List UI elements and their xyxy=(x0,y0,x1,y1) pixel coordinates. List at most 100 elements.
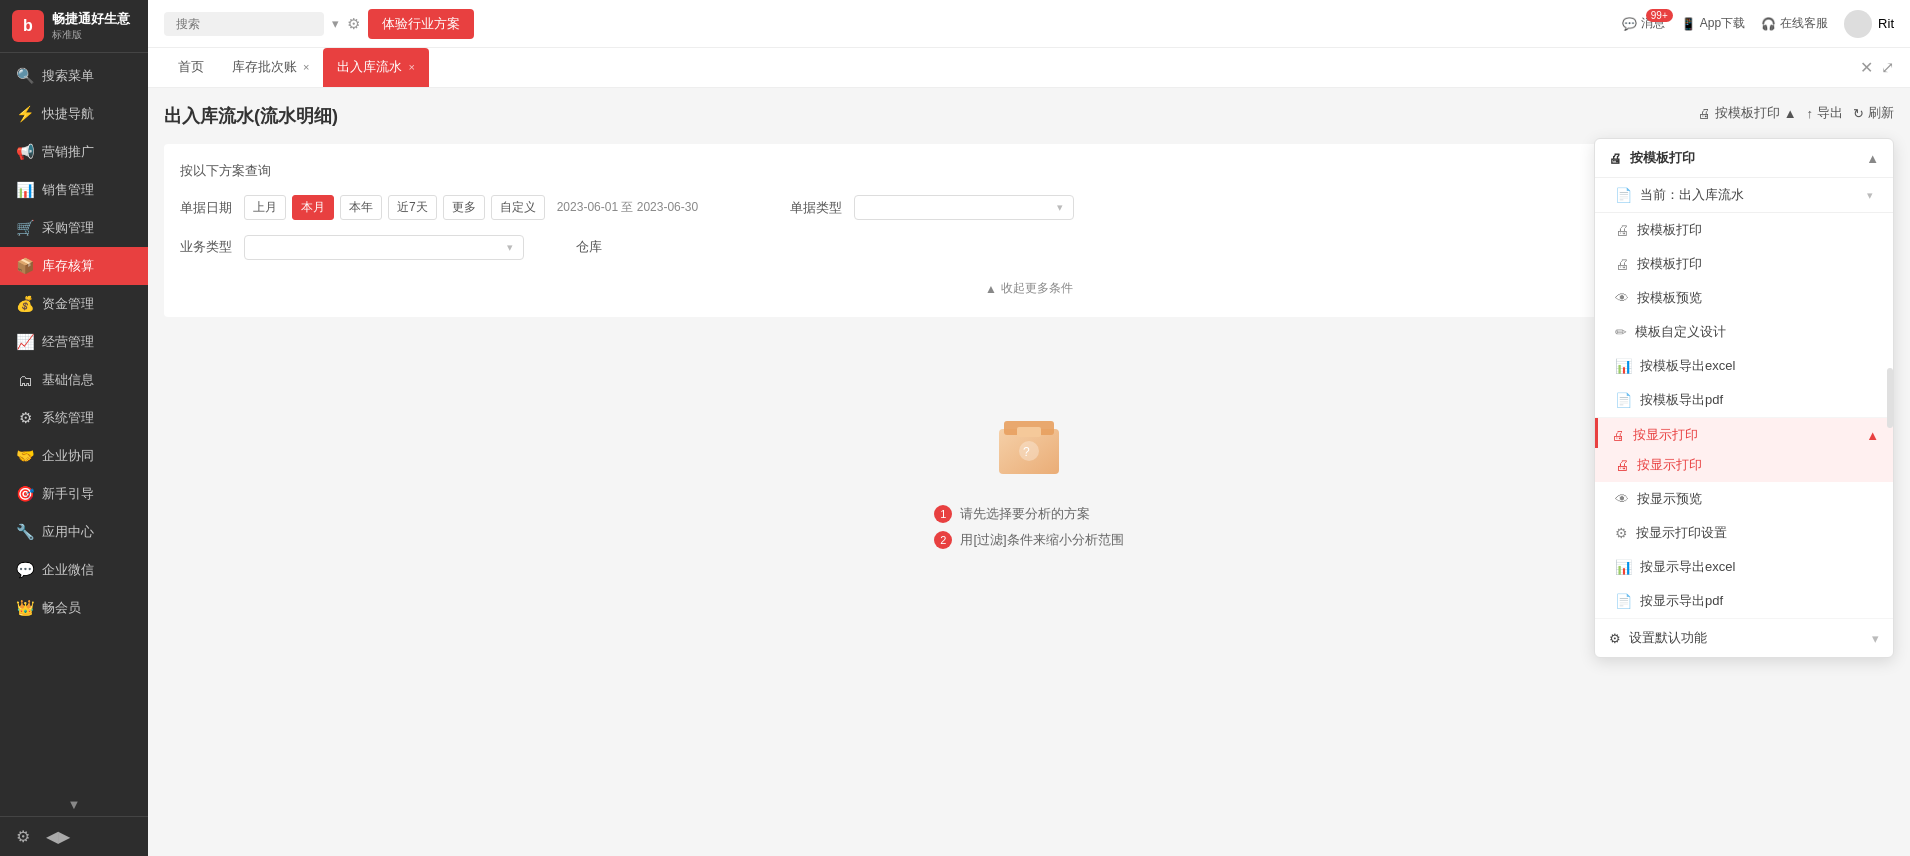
display-print-header[interactable]: 🖨 按显示打印 ▲ xyxy=(1595,418,1893,448)
display-export-pdf-btn[interactable]: 📄 按显示导出pdf xyxy=(1595,584,1893,618)
date-filter-buttons: 上月 本月 本年 近7天 更多 自定义 xyxy=(244,195,545,220)
date-this-year-btn[interactable]: 本年 xyxy=(340,195,382,220)
app-download-btn[interactable]: 📱 App下载 xyxy=(1681,15,1745,32)
template-custom-design-btn[interactable]: ✏ 模板自定义设计 xyxy=(1595,315,1893,349)
sidebar-item-系统管理[interactable]: ⚙系统管理 xyxy=(0,399,148,437)
empty-illustration: ? xyxy=(979,389,1079,489)
export-icon: ↑ xyxy=(1807,106,1814,121)
export-btn[interactable]: ↑ 导出 xyxy=(1807,104,1844,122)
display-print-settings-btn[interactable]: ⚙ 按显示打印设置 xyxy=(1595,516,1893,550)
message-btn[interactable]: 💬 消息 99+ xyxy=(1622,15,1665,32)
template-print-btn[interactable]: 🖨 按模板打印 xyxy=(1595,247,1893,281)
tab-inout-flow[interactable]: 出入库流水 × xyxy=(323,48,428,87)
tab-inventory-batch[interactable]: 库存批次账 × xyxy=(218,48,323,87)
current-template-item[interactable]: 📄 当前：出入库流水 ▾ xyxy=(1595,178,1893,213)
sidebar-item-经营管理[interactable]: 📈经营管理 xyxy=(0,323,148,361)
template-print-header[interactable]: 🖨 按模板打印 xyxy=(1595,213,1893,247)
sidebar-item-企业协同[interactable]: 🤝企业协同 xyxy=(0,437,148,475)
app-label: App下载 xyxy=(1700,15,1745,32)
sidebar-item-畅会员[interactable]: 👑 畅会员 xyxy=(0,589,148,627)
display-pdf-icon: 📄 xyxy=(1615,593,1632,609)
display-settings-label: 按显示打印设置 xyxy=(1636,524,1727,542)
display-print-label: 按显示打印 xyxy=(1637,456,1702,474)
sidebar-icon-13: 💬 xyxy=(16,561,34,579)
sidebar-icon-9: ⚙ xyxy=(16,409,34,427)
sidebar-item-库存核算[interactable]: 📦库存核算 xyxy=(0,247,148,285)
date-more-btn[interactable]: 更多 xyxy=(443,195,485,220)
template-export-excel-btn[interactable]: 📊 按模板导出excel xyxy=(1595,349,1893,383)
date-custom-btn[interactable]: 自定义 xyxy=(491,195,545,220)
display-preview-btn[interactable]: 👁 按显示预览 xyxy=(1595,482,1893,516)
template-preview-btn[interactable]: 👁 按模板预览 xyxy=(1595,281,1893,315)
sidebar-label-14: 畅会员 xyxy=(42,599,81,617)
settings-gear-icon[interactable]: ⚙ xyxy=(347,15,360,33)
user-name: Rit xyxy=(1878,16,1894,31)
biz-type-select[interactable]: ▾ xyxy=(244,235,524,260)
sidebar-item-采购管理[interactable]: 🛒采购管理 xyxy=(0,209,148,247)
display-excel-icon: 📊 xyxy=(1615,559,1632,575)
main-content: ▾ ⚙ 体验行业方案 💬 消息 99+ 📱 App下载 🎧 在线客服 Rit xyxy=(148,0,1910,856)
sidebar-item-资金管理[interactable]: 💰资金管理 xyxy=(0,285,148,323)
settings-icon[interactable]: ⚙ xyxy=(16,827,30,846)
help-icon[interactable]: ◀▶ xyxy=(46,827,70,846)
tab-home[interactable]: 首页 xyxy=(164,48,218,87)
topbar: ▾ ⚙ 体验行业方案 💬 消息 99+ 📱 App下载 🎧 在线客服 Rit xyxy=(148,0,1910,48)
print-dropdown-title: 按模板打印 xyxy=(1630,149,1695,167)
date-prev-month-btn[interactable]: 上月 xyxy=(244,195,286,220)
empty-steps: 1 请先选择要分析的方案 2 用[过滤]条件来缩小分析范围 xyxy=(934,505,1123,549)
sidebar-item-企业微信[interactable]: 💬企业微信 xyxy=(0,551,148,589)
sidebar-label-0: 搜索菜单 xyxy=(42,67,94,85)
sidebar-scroll-down[interactable]: ▼ xyxy=(0,793,148,816)
search-input[interactable] xyxy=(164,12,324,36)
doc-type-select[interactable]: ▾ xyxy=(854,195,1074,220)
display-print-btn[interactable]: 🖨 按显示打印 xyxy=(1595,448,1893,482)
sidebar-item-新手引导[interactable]: 🎯新手引导 xyxy=(0,475,148,513)
sidebar-label-11: 新手引导 xyxy=(42,485,94,503)
sidebar-item-搜索菜单[interactable]: 🔍搜索菜单 xyxy=(0,57,148,95)
trial-btn[interactable]: 体验行业方案 xyxy=(368,9,474,39)
message-badge: 99+ xyxy=(1646,9,1673,22)
sidebar-item-营销推广[interactable]: 📢营销推广 xyxy=(0,133,148,171)
sidebar-item-基础信息[interactable]: 🗂基础信息 xyxy=(0,361,148,399)
display-preview-icon: 👁 xyxy=(1615,491,1629,507)
date-7days-btn[interactable]: 近7天 xyxy=(388,195,437,220)
empty-step-2: 2 用[过滤]条件来缩小分析范围 xyxy=(934,531,1123,549)
tab-inventory-batch-label: 库存批次账 xyxy=(232,58,297,76)
message-icon: 💬 xyxy=(1622,17,1637,31)
print-btn[interactable]: 🖨 按模板打印 ▲ xyxy=(1698,104,1797,122)
template-export-pdf-btn[interactable]: 📄 按模板导出pdf xyxy=(1595,383,1893,417)
sidebar-icon-14: 👑 xyxy=(16,599,34,617)
set-default-btn[interactable]: ⚙ 设置默认功能 ▾ xyxy=(1595,619,1893,657)
dropdown-scrollbar[interactable] xyxy=(1887,368,1893,428)
user-avatar-btn[interactable]: Rit xyxy=(1844,10,1894,38)
refresh-btn[interactable]: ↻ 刷新 xyxy=(1853,104,1894,122)
design-icon: ✏ xyxy=(1615,324,1627,340)
print-dropdown-close-icon[interactable]: ▲ xyxy=(1866,151,1879,166)
display-export-excel-btn[interactable]: 📊 按显示导出excel xyxy=(1595,550,1893,584)
app-icon: 📱 xyxy=(1681,17,1696,31)
sidebar: b 畅捷通好生意 标准版 🔍搜索菜单⚡快捷导航📢营销推广📊销售管理🛒采购管理📦库… xyxy=(0,0,148,856)
sidebar-icon-6: 💰 xyxy=(16,295,34,313)
sidebar-bottom: ⚙ ◀▶ xyxy=(0,816,148,856)
export-label: 导出 xyxy=(1817,104,1843,122)
sidebar-label-5: 库存核算 xyxy=(42,257,94,275)
tab-inout-flow-close[interactable]: × xyxy=(408,61,414,73)
tab-inventory-batch-close[interactable]: × xyxy=(303,61,309,73)
tabs-bar: 首页 库存批次账 × 出入库流水 × ✕ ⤢ xyxy=(148,48,1910,88)
online-service-btn[interactable]: 🎧 在线客服 xyxy=(1761,15,1828,32)
svg-text:?: ? xyxy=(1023,445,1030,459)
sidebar-item-销售管理[interactable]: 📊销售管理 xyxy=(0,171,148,209)
step-2-text: 用[过滤]条件来缩小分析范围 xyxy=(960,531,1123,549)
service-label: 在线客服 xyxy=(1780,15,1828,32)
set-default-arrow: ▾ xyxy=(1872,631,1879,646)
date-filter-label: 单据日期 xyxy=(180,199,232,217)
template-print-item-label: 按模板打印 xyxy=(1637,255,1702,273)
search-dropdown-icon[interactable]: ▾ xyxy=(332,16,339,31)
sidebar-item-应用中心[interactable]: 🔧应用中心 xyxy=(0,513,148,551)
date-this-month-btn[interactable]: 本月 xyxy=(292,195,334,220)
print-dropdown: 🖨 按模板打印 ▲ 📄 当前：出入库流水 ▾ 🖨 按模板打印 xyxy=(1594,138,1894,658)
display-export-pdf-label: 按显示导出pdf xyxy=(1640,592,1723,610)
close-all-tabs-btn[interactable]: ✕ xyxy=(1860,58,1873,77)
sidebar-item-快捷导航[interactable]: ⚡快捷导航 xyxy=(0,95,148,133)
maximize-btn[interactable]: ⤢ xyxy=(1881,58,1894,77)
